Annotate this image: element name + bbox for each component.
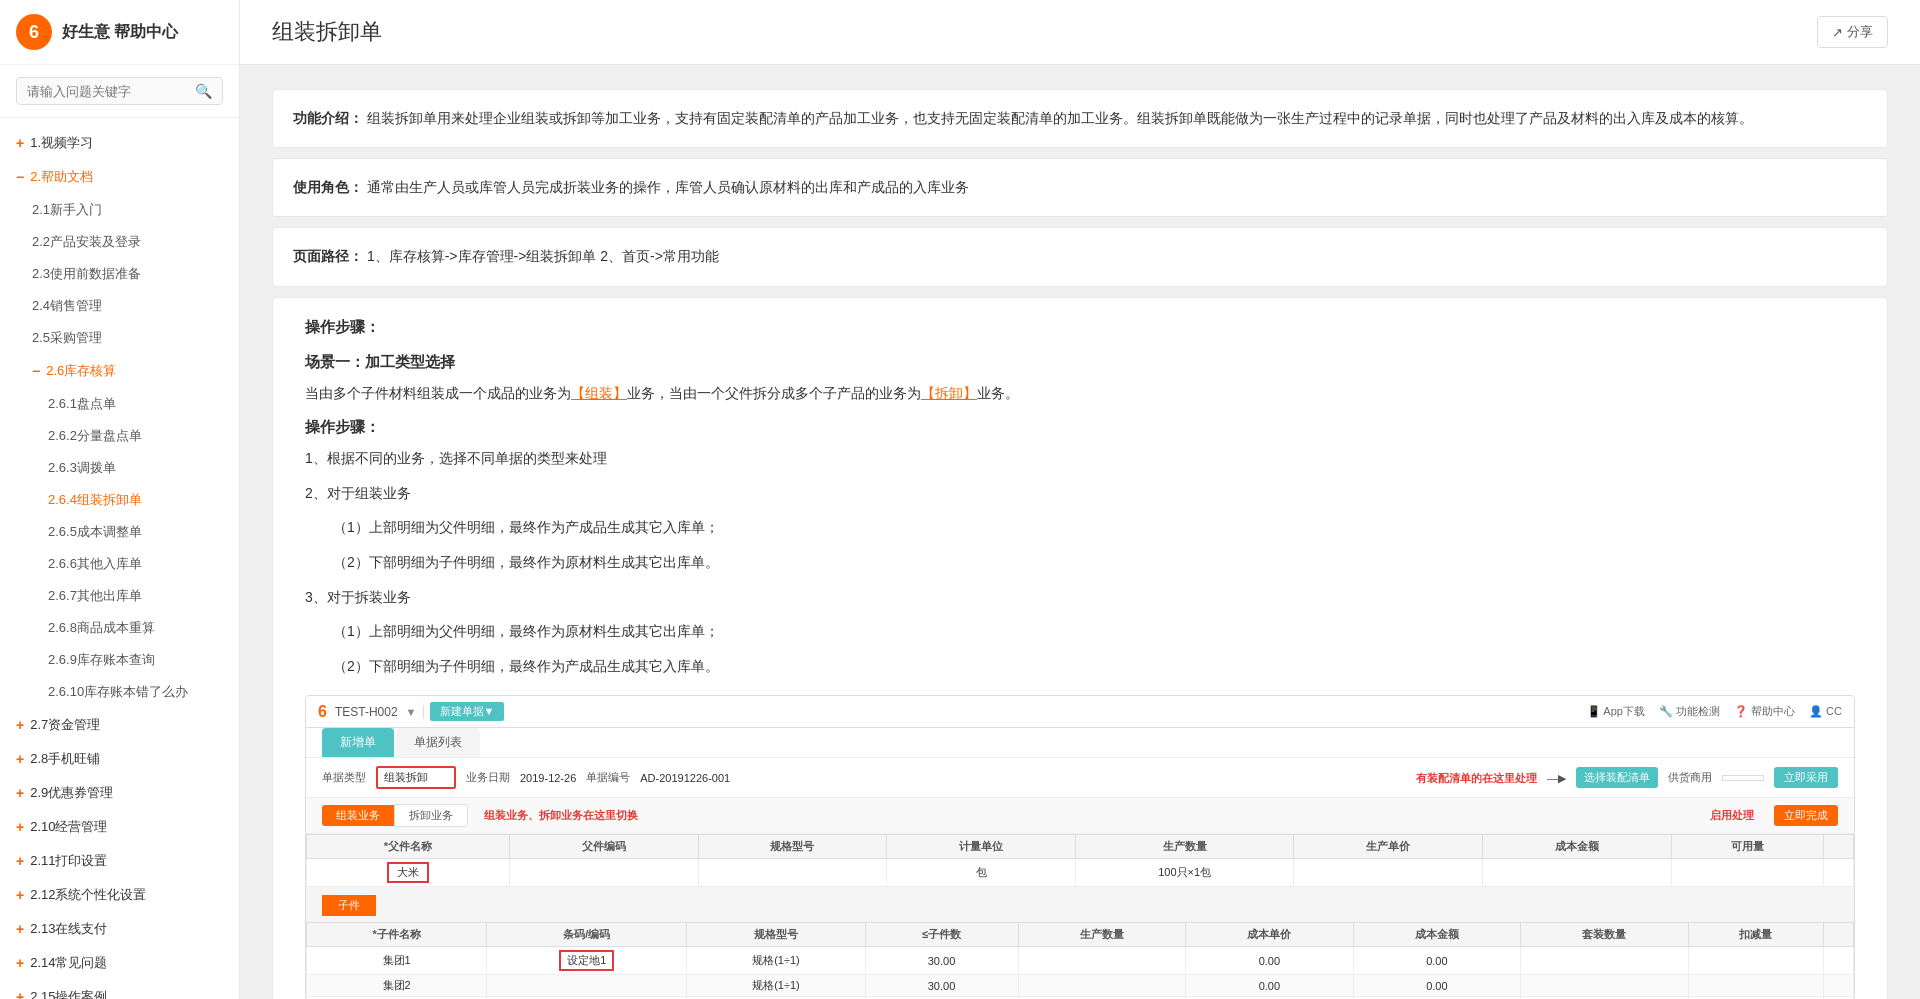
ss-topbar: 6 TEST-H002 ▼ 新建单据▼ 📱 App下载 🔧 功能检测 ❓ 帮助中…: [306, 696, 1854, 728]
ss-logo: 6: [318, 703, 327, 721]
search-icon: 🔍: [195, 83, 212, 99]
screenshot-container: 6 TEST-H002 ▼ 新建单据▼ 📱 App下载 🔧 功能检测 ❓ 帮助中…: [305, 695, 1855, 999]
ss-apply-btn: 立即采用: [1774, 767, 1838, 788]
steps-block: 操作步骤： 场景一：加工类型选择 当由多个子件材料组装成一个成品的业务为【组装】…: [272, 297, 1888, 999]
collapse-icon: −: [16, 169, 24, 185]
ss-annotation-switch: 组装业务、拆卸业务在这里切换: [484, 808, 638, 823]
sidebar-item-adjust[interactable]: 2.6.3调拨单: [0, 452, 239, 484]
sidebar-item-video[interactable]: + 1.视频学习: [0, 126, 239, 160]
role-label: 使用角色：: [293, 179, 363, 195]
sidebar-item-assembly[interactable]: 2.6.4组装拆卸单: [0, 484, 239, 516]
collapse-icon-inventory: −: [32, 363, 40, 379]
ss-form-area: 单据类型 组装拆卸 业务日期 2019-12-26 单据编号 AD-201912…: [306, 758, 1854, 798]
ss-type-field: 组装拆卸: [376, 766, 456, 789]
path-block: 页面路径： 1、库存核算->库存管理->组装拆卸单 2、首页->常用功能: [272, 227, 1888, 286]
ss-tab-disassembly: 拆卸业务: [394, 804, 468, 827]
share-icon: ↗: [1832, 25, 1843, 40]
sidebar-item-docs[interactable]: − 2.帮助文档: [0, 160, 239, 194]
sidebar-item-cases[interactable]: + 2.15操作案例: [0, 980, 239, 999]
ss-new-doc-btn: 新建单据▼: [430, 702, 505, 721]
table-row: 集团1 设定地1 规格(1÷1) 30.00 0.00 0.00: [307, 947, 1854, 975]
sidebar-item-mobile[interactable]: + 2.8手机旺铺: [0, 742, 239, 776]
ss-tab-new: 新增单: [322, 728, 394, 757]
sidebar-item-stocktake[interactable]: 2.6.1盘点单: [0, 388, 239, 420]
sidebar-item-cost-calc[interactable]: 2.6.8商品成本重算: [0, 612, 239, 644]
top-bar: 组装拆卸单 ↗ 分享: [240, 0, 1920, 65]
scenario1-desc: 当由多个子件材料组装成一个成品的业务为【组装】业务，当由一个父件拆分成多个子产品…: [305, 380, 1855, 407]
ss-select-bom-btn: 选择装配清单: [1576, 767, 1658, 788]
sidebar-item-other-out[interactable]: 2.6.7其他出库单: [0, 580, 239, 612]
ops-title: 操作步骤：: [305, 318, 1855, 337]
intro-text: 组装拆卸单用来处理企业组装或拆卸等加工业务，支持有固定装配清单的产品加工业务，也…: [367, 110, 1753, 126]
step2-sub1: （1）上部明细为父件明细，最终作为产成品生成其它入库单；: [333, 514, 1855, 541]
sidebar-item-coupon[interactable]: + 2.9优惠券管理: [0, 776, 239, 810]
sidebar-item-other-in[interactable]: 2.6.6其他入库单: [0, 548, 239, 580]
ss-confirm-btn: 立即完成: [1774, 805, 1838, 826]
step3-sub2: （2）下部明细为子件明细，最终作为产成品生成其它入库单。: [333, 653, 1855, 680]
expand-icon: +: [16, 135, 24, 151]
nav-tree: + 1.视频学习 − 2.帮助文档 2.1新手入门 2.2产品安装及登录 2.3…: [0, 118, 239, 999]
sidebar-item-ledger-query[interactable]: 2.6.9库存账本查询: [0, 644, 239, 676]
sidebar: 6 好生意 帮助中心 🔍 + 1.视频学习 − 2.帮助文档 2.1新手入门 2…: [0, 0, 240, 999]
sidebar-item-sales[interactable]: 2.4销售管理: [0, 290, 239, 322]
logo-icon: 6: [16, 14, 52, 50]
ss-bottom-table-area: 子件 *子件名称 条码/编码 规格型号 ≤子件数 生产数量 成本单价 成本金额: [306, 887, 1854, 999]
logo-text: 好生意 帮助中心: [62, 22, 178, 43]
role-text: 通常由生产人员或库管人员完成折装业务的操作，库管人员确认原材料的出库和产成品的入…: [367, 179, 969, 195]
ss-annotation-enable: 启用处理: [1710, 808, 1754, 823]
content-area: 功能介绍： 组装拆卸单用来处理企业组装或拆卸等加工业务，支持有固定装配清单的产品…: [240, 65, 1920, 999]
main-area: 组装拆卸单 ↗ 分享 功能介绍： 组装拆卸单用来处理企业组装或拆卸等加工业务，支…: [240, 0, 1920, 999]
share-button[interactable]: ↗ 分享: [1817, 16, 1888, 48]
sidebar-item-newcomer[interactable]: 2.1新手入门: [0, 194, 239, 226]
ss-bottom-label: 子件: [322, 895, 376, 916]
table-row: 大米 包 100只×1包: [307, 859, 1854, 887]
ss-top-table-area: *父件名称 父件编码 规格型号 计量单位 生产数量 生产单价 成本金额 可用量: [306, 834, 1854, 887]
step2-sub2: （2）下部明细为子件明细，最终作为原材料生成其它出库单。: [333, 549, 1855, 576]
ss-company: TEST-H002: [335, 705, 398, 719]
search-input[interactable]: [27, 84, 195, 99]
scenario1-title: 场景一：加工类型选择: [305, 353, 1855, 372]
ss-tab-assembly: 组装业务: [322, 805, 394, 826]
ss-top-table: *父件名称 父件编码 规格型号 计量单位 生产数量 生产单价 成本金额 可用量: [306, 834, 1854, 887]
ss-type-tabs: 组装业务 拆卸业务 组装业务、拆卸业务在这里切换 启用处理 立即完成: [306, 798, 1854, 834]
ops-steps-title: 操作步骤：: [305, 418, 1855, 437]
search-box[interactable]: 🔍: [16, 77, 223, 105]
ss-partner-field: [1722, 775, 1764, 781]
ss-annotation-bom: 有装配清单的在这里处理: [1416, 772, 1537, 784]
sidebar-item-finance[interactable]: + 2.7资金管理: [0, 708, 239, 742]
path-text: 1、库存核算->库存管理->组装拆卸单 2、首页->常用功能: [367, 248, 719, 264]
intro-label: 功能介绍：: [293, 110, 363, 126]
step3-sub1: （1）上部明细为父件明细，最终作为原材料生成其它出库单；: [333, 618, 1855, 645]
sidebar-item-purchase[interactable]: 2.5采购管理: [0, 322, 239, 354]
role-block: 使用角色： 通常由生产人员或库管人员完成折装业务的操作，库管人员确认原材料的出库…: [272, 158, 1888, 217]
sidebar-item-data-prep[interactable]: 2.3使用前数据准备: [0, 258, 239, 290]
table-row: 集团2 规格(1÷1) 30.00 0.00 0.00: [307, 975, 1854, 997]
step2: 2、对于组装业务: [305, 480, 1855, 507]
step1: 1、根据不同的业务，选择不同单据的类型来处理: [305, 445, 1855, 472]
sidebar-item-online-pay[interactable]: + 2.13在线支付: [0, 912, 239, 946]
ss-bottom-table: *子件名称 条码/编码 规格型号 ≤子件数 生产数量 成本单价 成本金额 套装数…: [306, 922, 1854, 999]
path-label: 页面路径：: [293, 248, 363, 264]
sidebar-item-ops[interactable]: + 2.10经营管理: [0, 810, 239, 844]
ss-tab-row: 新增单 单据列表: [306, 728, 1854, 758]
intro-block: 功能介绍： 组装拆卸单用来处理企业组装或拆卸等加工业务，支持有固定装配清单的产品…: [272, 89, 1888, 148]
search-area: 🔍: [0, 65, 239, 118]
page-title: 组装拆卸单: [272, 17, 382, 47]
sidebar-item-install[interactable]: 2.2产品安装及登录: [0, 226, 239, 258]
sidebar-item-cost-adjust[interactable]: 2.6.5成本调整单: [0, 516, 239, 548]
ss-tab-list: 单据列表: [396, 728, 480, 757]
sidebar-item-inventory[interactable]: − 2.6库存核算: [0, 354, 239, 388]
logo-area: 6 好生意 帮助中心: [0, 0, 239, 65]
sidebar-item-faq[interactable]: + 2.14常见问题: [0, 946, 239, 980]
sidebar-item-print[interactable]: + 2.11打印设置: [0, 844, 239, 878]
sidebar-item-split-stocktake[interactable]: 2.6.2分量盘点单: [0, 420, 239, 452]
step3: 3、对于拆装业务: [305, 584, 1855, 611]
sidebar-item-personalize[interactable]: + 2.12系统个性化设置: [0, 878, 239, 912]
sidebar-item-ledger-error[interactable]: 2.6.10库存账本错了么办: [0, 676, 239, 708]
ss-topbar-right: 📱 App下载 🔧 功能检测 ❓ 帮助中心 👤 CC: [1587, 704, 1842, 719]
